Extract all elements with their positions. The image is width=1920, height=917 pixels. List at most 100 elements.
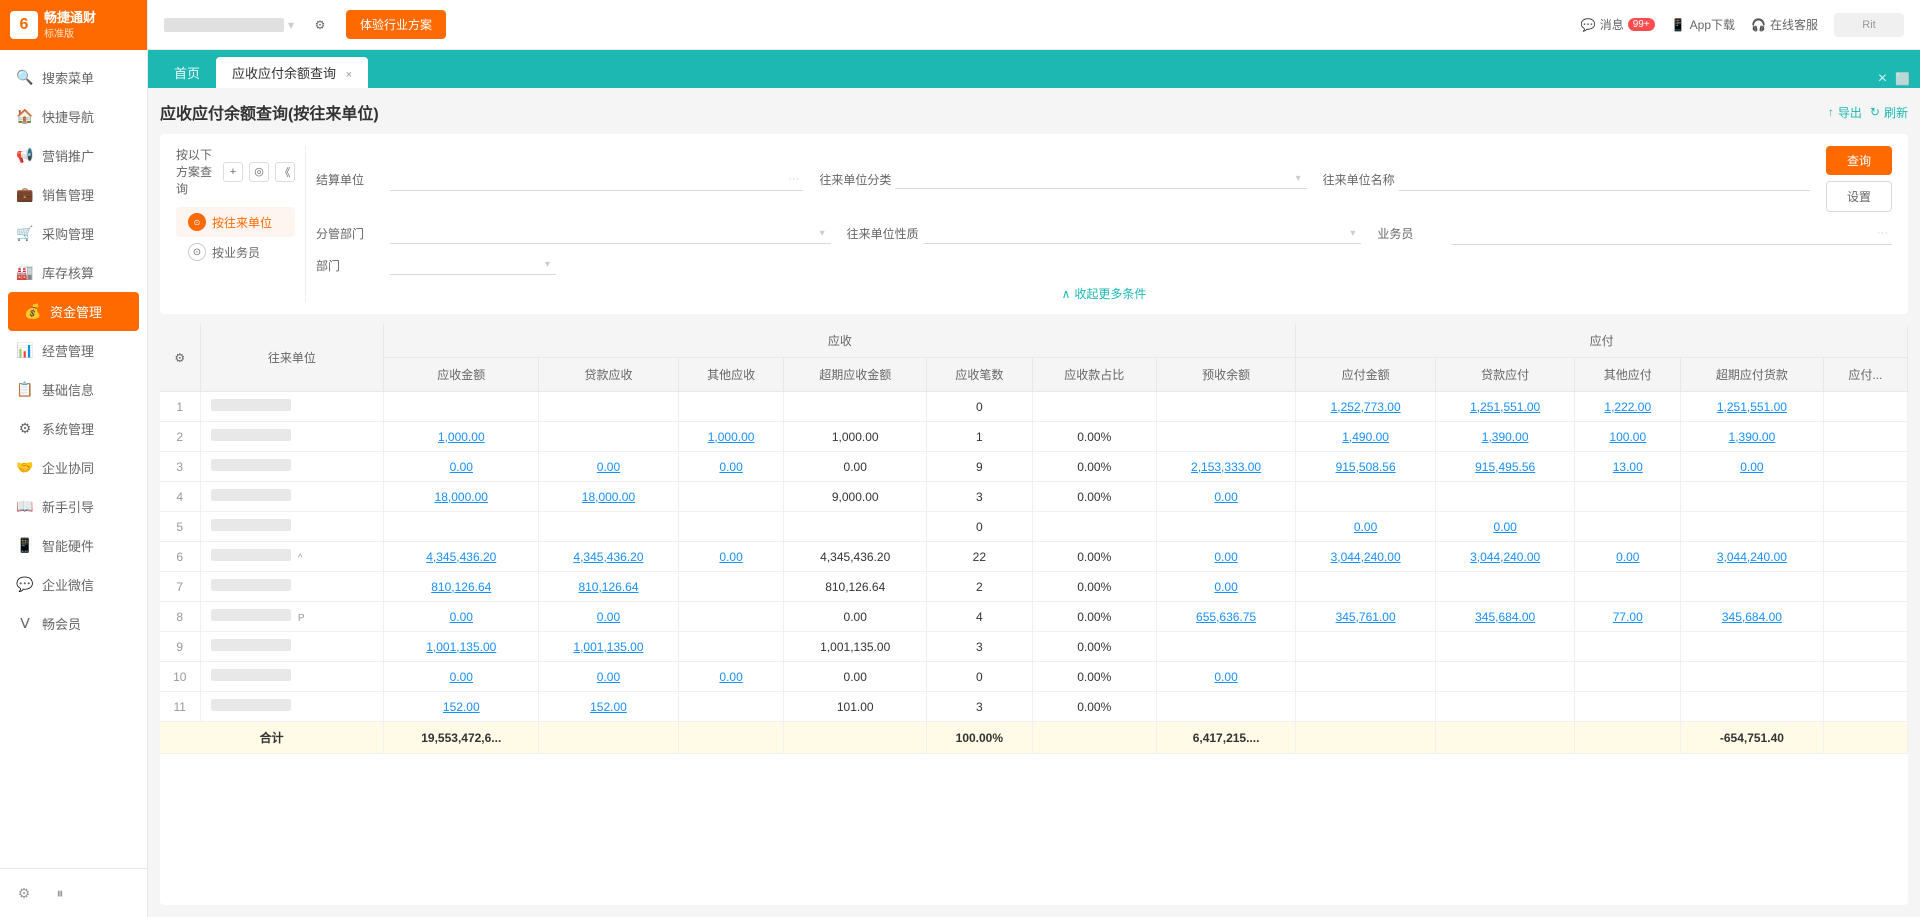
unit-name-field[interactable]	[1399, 168, 1810, 191]
th-settings[interactable]: ⚙	[160, 324, 200, 392]
row-ar-other[interactable]: 0.00	[678, 662, 784, 692]
sidebar-item-wechat[interactable]: 💬 企业微信	[0, 565, 147, 604]
table-settings-icon[interactable]: ⚙	[174, 351, 185, 365]
settlement-unit-input[interactable]: ···	[390, 168, 803, 191]
promo-button[interactable]: 体验行业方案	[346, 10, 446, 39]
row-ar-prepay[interactable]: 0.00	[1156, 482, 1296, 512]
filter-collapse-btn[interactable]: ∧ 收起更多条件	[316, 285, 1892, 302]
row-ap-overdue[interactable]: 1,390.00	[1681, 422, 1824, 452]
sidebar-item-inventory[interactable]: 🏭 库存核算	[0, 253, 147, 292]
row-ar-loan[interactable]: 1,001,135.00	[539, 632, 679, 662]
tab-close-icon[interactable]: ×	[346, 69, 352, 81]
row-ap-overdue[interactable]: 3,044,240.00	[1681, 542, 1824, 572]
row-ar-amount[interactable]: 1,001,135.00	[384, 632, 539, 662]
row-ar-other[interactable]: 1,000.00	[678, 422, 784, 452]
app-download-btn[interactable]: 📱 App下载	[1671, 16, 1735, 33]
row-ar-loan[interactable]: 18,000.00	[539, 482, 679, 512]
row-ap-other[interactable]: 13.00	[1575, 452, 1681, 482]
row-ar-amount[interactable]: 0.00	[384, 662, 539, 692]
row-ap-amount[interactable]: 345,761.00	[1296, 602, 1436, 632]
row-ar-prepay[interactable]: 0.00	[1156, 662, 1296, 692]
row-ar-loan[interactable]: 4,345,436.20	[539, 542, 679, 572]
window-expand-icon[interactable]: ⬜	[1895, 72, 1910, 86]
row-ar-amount[interactable]: 0.00	[384, 602, 539, 632]
sidebar-item-member[interactable]: Ⅴ 畅会员	[0, 604, 147, 643]
row-ar-prepay[interactable]: 0.00	[1156, 542, 1296, 572]
row-ar-amount[interactable]: 1,000.00	[384, 422, 539, 452]
setting-btn[interactable]: 设置	[1826, 181, 1892, 212]
row-ap-overdue[interactable]: 0.00	[1681, 452, 1824, 482]
salesperson-field[interactable]	[1451, 222, 1873, 244]
sidebar-settings-btn[interactable]: ⚙	[10, 879, 38, 907]
row-ar-prepay[interactable]: 655,636.75	[1156, 602, 1296, 632]
row-ap-loan[interactable]: 1,251,551.00	[1435, 392, 1575, 422]
window-close-icon[interactable]: ×	[1878, 70, 1887, 88]
messages-btn[interactable]: 💬 消息 99+	[1581, 16, 1655, 33]
row-ap-amount[interactable]: 915,508.56	[1296, 452, 1436, 482]
sidebar-item-purchase[interactable]: 🛒 采购管理	[0, 214, 147, 253]
logo-text: 畅捷通财	[44, 10, 96, 26]
tab-ar-query[interactable]: 应收应付余额查询 ×	[216, 57, 368, 88]
row-ar-amount[interactable]: 810,126.64	[384, 572, 539, 602]
sidebar-item-system[interactable]: ⚙ 系统管理	[0, 409, 147, 448]
row-ar-amount[interactable]: 18,000.00	[384, 482, 539, 512]
row-ar-other[interactable]: 0.00	[678, 452, 784, 482]
row-ar-loan[interactable]: 0.00	[539, 602, 679, 632]
row-ar-prepay[interactable]: 0.00	[1156, 572, 1296, 602]
row-ap-amount[interactable]: 1,252,773.00	[1296, 392, 1436, 422]
row-ap-other[interactable]: 1,222.00	[1575, 392, 1681, 422]
salesperson-input[interactable]: ···	[1451, 222, 1892, 245]
filter-by-unit[interactable]: ⊙ 按往来单位	[176, 207, 295, 237]
sidebar-item-hardware[interactable]: 📱 智能硬件	[0, 526, 147, 565]
unit-nature-dropdown[interactable]: ▾	[923, 224, 1362, 244]
row-ap-overdue[interactable]: 1,251,551.00	[1681, 392, 1824, 422]
tabs-bar: 首页 应收应付余额查询 × × ⬜	[148, 50, 1920, 88]
row-ap-loan[interactable]: 345,684.00	[1435, 602, 1575, 632]
sidebar-collapse-btn[interactable]: ⏸	[46, 879, 74, 907]
row-ar-prepay[interactable]: 2,153,333.00	[1156, 452, 1296, 482]
tab-home[interactable]: 首页	[158, 57, 216, 88]
row-ar-amount[interactable]: 4,345,436.20	[384, 542, 539, 572]
row-ap-overdue[interactable]: 345,684.00	[1681, 602, 1824, 632]
collapse-scheme-btn[interactable]: 《	[275, 162, 295, 182]
sidebar-item-search[interactable]: 🔍 搜索菜单	[0, 58, 147, 97]
topbar-settings-icon[interactable]: ⚙	[306, 11, 334, 39]
sidebar-item-marketing[interactable]: 📢 营销推广	[0, 136, 147, 175]
target-scheme-btn[interactable]: ◎	[249, 162, 269, 182]
sidebar-item-collab[interactable]: 🤝 企业协同	[0, 448, 147, 487]
sidebar-item-capital[interactable]: 💰 资金管理	[8, 292, 139, 331]
row-ar-other[interactable]: 0.00	[678, 542, 784, 572]
row-ap-loan[interactable]: 915,495.56	[1435, 452, 1575, 482]
row-ap-amount[interactable]: 3,044,240.00	[1296, 542, 1436, 572]
row-ar-amount[interactable]: 152.00	[384, 692, 539, 722]
sidebar-item-guide[interactable]: 📖 新手引导	[0, 487, 147, 526]
row-ap-loan[interactable]: 0.00	[1435, 512, 1575, 542]
row-ap-loan[interactable]: 1,390.00	[1435, 422, 1575, 452]
query-btn[interactable]: 查询	[1826, 146, 1892, 175]
settlement-unit-field[interactable]	[390, 168, 784, 190]
row-ar-loan[interactable]: 810,126.64	[539, 572, 679, 602]
row-ap-other[interactable]: 100.00	[1575, 422, 1681, 452]
sidebar-item-basic[interactable]: 📋 基础信息	[0, 370, 147, 409]
sidebar-item-quicknav[interactable]: 🏠 快捷导航	[0, 97, 147, 136]
row-ar-loan[interactable]: 152.00	[539, 692, 679, 722]
export-btn[interactable]: ↑ 导出	[1828, 104, 1862, 121]
row-ar-loan[interactable]: 0.00	[539, 452, 679, 482]
row-ap-amount[interactable]: 0.00	[1296, 512, 1436, 542]
dept-managed-dropdown[interactable]: ▾	[390, 224, 831, 244]
row-ar-amount[interactable]: 0.00	[384, 452, 539, 482]
filter-by-staff[interactable]: ⊙ 按业务员	[176, 237, 295, 267]
row-ar-loan[interactable]: 0.00	[539, 662, 679, 692]
unit-category-dropdown[interactable]: ▾	[895, 169, 1306, 189]
row-ap-other[interactable]: 77.00	[1575, 602, 1681, 632]
sidebar-item-sales[interactable]: 💼 销售管理	[0, 175, 147, 214]
row-ap-other[interactable]: 0.00	[1575, 542, 1681, 572]
row-ap-loan[interactable]: 3,044,240.00	[1435, 542, 1575, 572]
refresh-btn[interactable]: ↻ 刷新	[1870, 104, 1908, 121]
sidebar-item-operations[interactable]: 📊 经营管理	[0, 331, 147, 370]
user-avatar[interactable]: Rit	[1834, 13, 1904, 37]
customer-service-btn[interactable]: 🎧 在线客服	[1751, 16, 1818, 33]
row-ap-amount[interactable]: 1,490.00	[1296, 422, 1436, 452]
add-scheme-btn[interactable]: +	[223, 162, 243, 182]
dept-dropdown[interactable]: ▾	[390, 255, 556, 275]
